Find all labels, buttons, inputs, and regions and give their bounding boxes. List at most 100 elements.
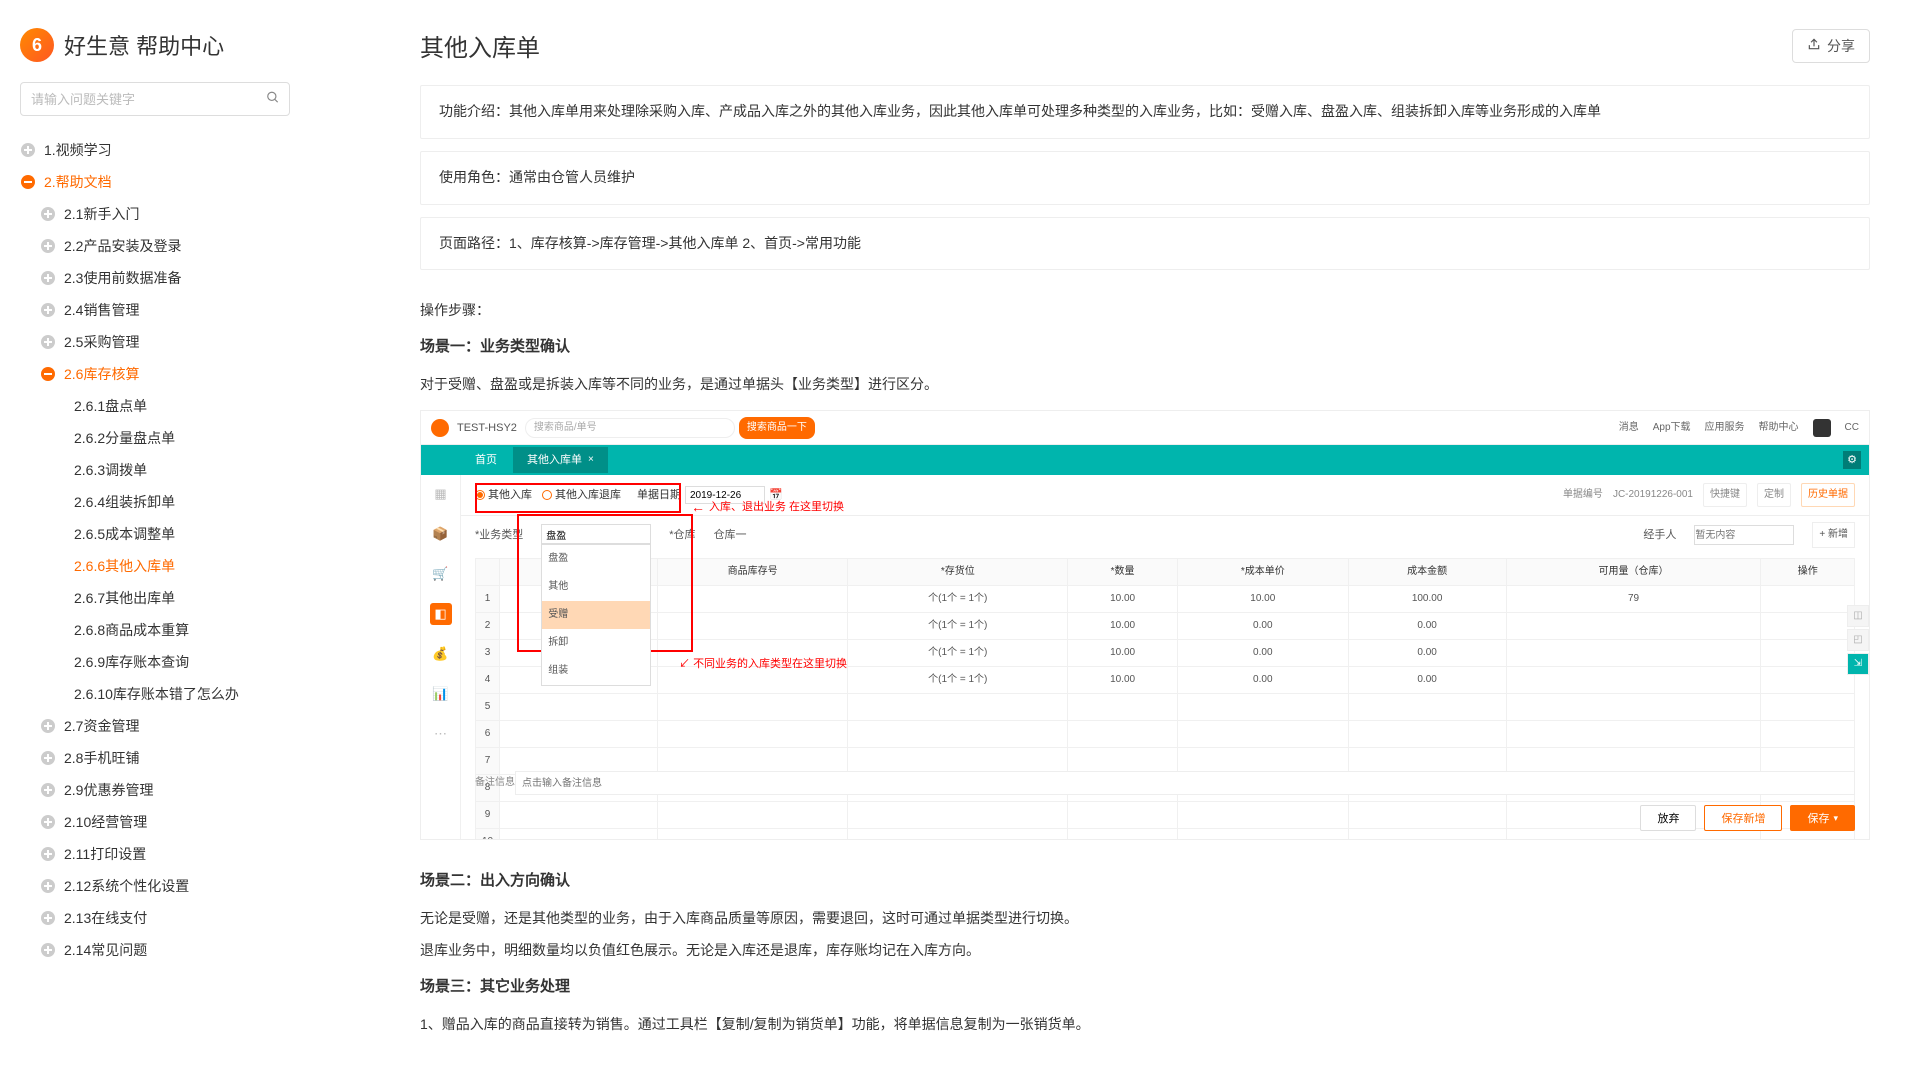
sidebar-item-3[interactable]: 2.2产品安装及登录 [20,230,290,262]
sidebar-item-label: 2.10经营管理 [64,806,147,838]
scr-avatar-icon[interactable] [1813,419,1831,437]
sidebar-item-6[interactable]: 2.5采购管理 [20,326,290,358]
sidebar-item-4[interactable]: 2.3使用前数据准备 [20,262,290,294]
biz-type-input[interactable] [541,524,651,544]
scr-radio-return[interactable]: 其他入库退库 [542,484,621,506]
save-add-button[interactable]: 保存新增 [1704,805,1782,831]
close-icon[interactable]: × [588,450,594,470]
search-input[interactable] [20,82,290,116]
sidebar-item-16[interactable]: 2.6.9库存账本查询 [20,646,290,678]
main-content: 其他入库单 分享 功能介绍：其他入库单用来处理除采购入库、产成品入库之外的其他入… [310,0,1910,1082]
scr-note-input[interactable] [515,771,1855,795]
scr-search-button[interactable]: 搜索商品一下 [739,417,815,439]
table-row[interactable]: 2个(1个 = 1个)10.000.000.00 [476,613,1855,640]
save-button[interactable]: 保存 [1790,805,1855,831]
scr-nav-icon-7[interactable]: ⋯ [430,723,452,745]
sidebar-item-17[interactable]: 2.6.10库存账本错了怎么办 [20,678,290,710]
scr-tag-history[interactable]: 历史单据 [1801,483,1855,507]
sidebar-item-24[interactable]: 2.13在线支付 [20,902,290,934]
sidebar-item-label: 2.3使用前数据准备 [64,262,181,294]
dropdown-opt-3[interactable]: 拆卸 [542,629,650,657]
minus-icon [20,174,36,190]
plus-icon [40,334,56,350]
widget-3[interactable]: ⇲ [1847,653,1869,675]
sidebar-item-9[interactable]: 2.6.2分量盘点单 [20,422,290,454]
scr-link-msg[interactable]: 消息 [1619,418,1639,438]
scr-account: TEST-HSY2 [457,417,517,439]
scr-link-service[interactable]: 应用服务 [1705,418,1745,438]
path-box: 页面路径：1、库存核算->库存管理->其他入库单 2、首页->常用功能 [420,217,1870,271]
table-row[interactable]: 5 [476,694,1855,721]
sidebar-item-19[interactable]: 2.8手机旺铺 [20,742,290,774]
sidebar-item-11[interactable]: 2.6.4组装拆卸单 [20,486,290,518]
sidebar-item-label: 2.6.8商品成本重算 [74,614,189,646]
scr-nav-icon-6[interactable]: 📊 [430,683,452,705]
table-header [476,559,500,586]
plus-icon [40,878,56,894]
sidebar-item-18[interactable]: 2.7资金管理 [20,710,290,742]
biz-type-dropdown[interactable]: 盘盈 其他 受赠 拆卸 组装 [541,524,651,547]
scr-nav-icon-3[interactable]: 🛒 [430,563,452,585]
table-row[interactable]: 6 [476,721,1855,748]
scr-link-help[interactable]: 帮助中心 [1759,418,1799,438]
dropdown-opt-4[interactable]: 组装 [542,657,650,685]
sidebar-item-label: 2.4销售管理 [64,294,139,326]
scene2-title: 场景二：出入方向确认 [420,866,1870,896]
sidebar-item-label: 2.11打印设置 [64,838,146,870]
search-icon[interactable] [266,91,280,108]
warehouse-label: *仓库 [669,524,695,546]
scr-username: CC [1845,418,1859,438]
table-row[interactable]: 1个(1个 = 1个)10.0010.00100.0079 [476,586,1855,613]
sidebar-item-label: 2.14常见问题 [64,934,147,966]
sidebar-item-label: 2.6.6其他入库单 [74,550,175,582]
scr-tag-shortcut[interactable]: 快捷键 [1703,483,1747,507]
table-header: 成本金额 [1348,559,1506,586]
sidebar-item-1[interactable]: 2.帮助文档 [20,166,290,198]
cancel-button[interactable]: 放弃 [1640,805,1696,831]
scr-nav-icon-5[interactable]: 💰 [430,643,452,665]
share-label: 分享 [1827,36,1855,56]
plus-icon [40,910,56,926]
scr-search-input[interactable]: 搜索商品/单号 [525,418,735,438]
scr-tag-custom[interactable]: 定制 [1757,483,1791,507]
sidebar-item-22[interactable]: 2.11打印设置 [20,838,290,870]
widget-1[interactable]: ◫ [1847,605,1869,627]
dropdown-opt-2[interactable]: 受赠 [542,601,650,629]
path-text: 1、库存核算->库存管理->其他入库单 2、首页->常用功能 [509,235,861,251]
dropdown-opt-0[interactable]: 盘盈 [542,545,650,573]
sidebar-item-2[interactable]: 2.1新手入门 [20,198,290,230]
sidebar-item-15[interactable]: 2.6.8商品成本重算 [20,614,290,646]
role-text: 通常由仓管人员维护 [509,169,635,185]
sidebar-item-7[interactable]: 2.6库存核算 [20,358,290,390]
gear-icon[interactable]: ⚙ [1843,451,1861,469]
dropdown-opt-1[interactable]: 其他 [542,573,650,601]
sidebar-item-13[interactable]: 2.6.6其他入库单 [20,550,290,582]
add-button[interactable]: + 新增 [1812,522,1855,548]
scr-link-app[interactable]: App下载 [1653,418,1691,438]
scr-radio-in[interactable]: 其他入库 [475,484,532,506]
sidebar-item-20[interactable]: 2.9优惠券管理 [20,774,290,806]
sidebar-item-label: 2.6.2分量盘点单 [74,422,175,454]
sidebar-item-5[interactable]: 2.4销售管理 [20,294,290,326]
scr-nav-icon-1[interactable]: ▦ [430,483,452,505]
scr-tab-current[interactable]: 其他入库单× [513,447,608,473]
minus-icon [40,366,56,382]
sidebar-item-14[interactable]: 2.6.7其他出库单 [20,582,290,614]
handler-input[interactable] [1694,525,1794,545]
sidebar-item-21[interactable]: 2.10经营管理 [20,806,290,838]
sidebar-item-8[interactable]: 2.6.1盘点单 [20,390,290,422]
scr-nav-icon-4[interactable]: ◧ [430,603,452,625]
sidebar-item-10[interactable]: 2.6.3调拨单 [20,454,290,486]
sidebar-item-25[interactable]: 2.14常见问题 [20,934,290,966]
scr-nav-icon-2[interactable]: 📦 [430,523,452,545]
share-button[interactable]: 分享 [1792,29,1870,63]
widget-2[interactable]: ◰ [1847,629,1869,651]
sidebar-item-23[interactable]: 2.12系统个性化设置 [20,870,290,902]
scr-tab-home[interactable]: 首页 [461,447,511,473]
sidebar-item-12[interactable]: 2.6.5成本调整单 [20,518,290,550]
sidebar-item-0[interactable]: 1.视频学习 [20,134,290,166]
intro-box: 功能介绍：其他入库单用来处理除采购入库、产成品入库之外的其他入库业务，因此其他入… [420,85,1870,139]
table-header: *成本单价 [1177,559,1348,586]
sidebar-item-label: 2.6库存核算 [64,358,139,390]
sidebar-item-label: 2.5采购管理 [64,326,139,358]
